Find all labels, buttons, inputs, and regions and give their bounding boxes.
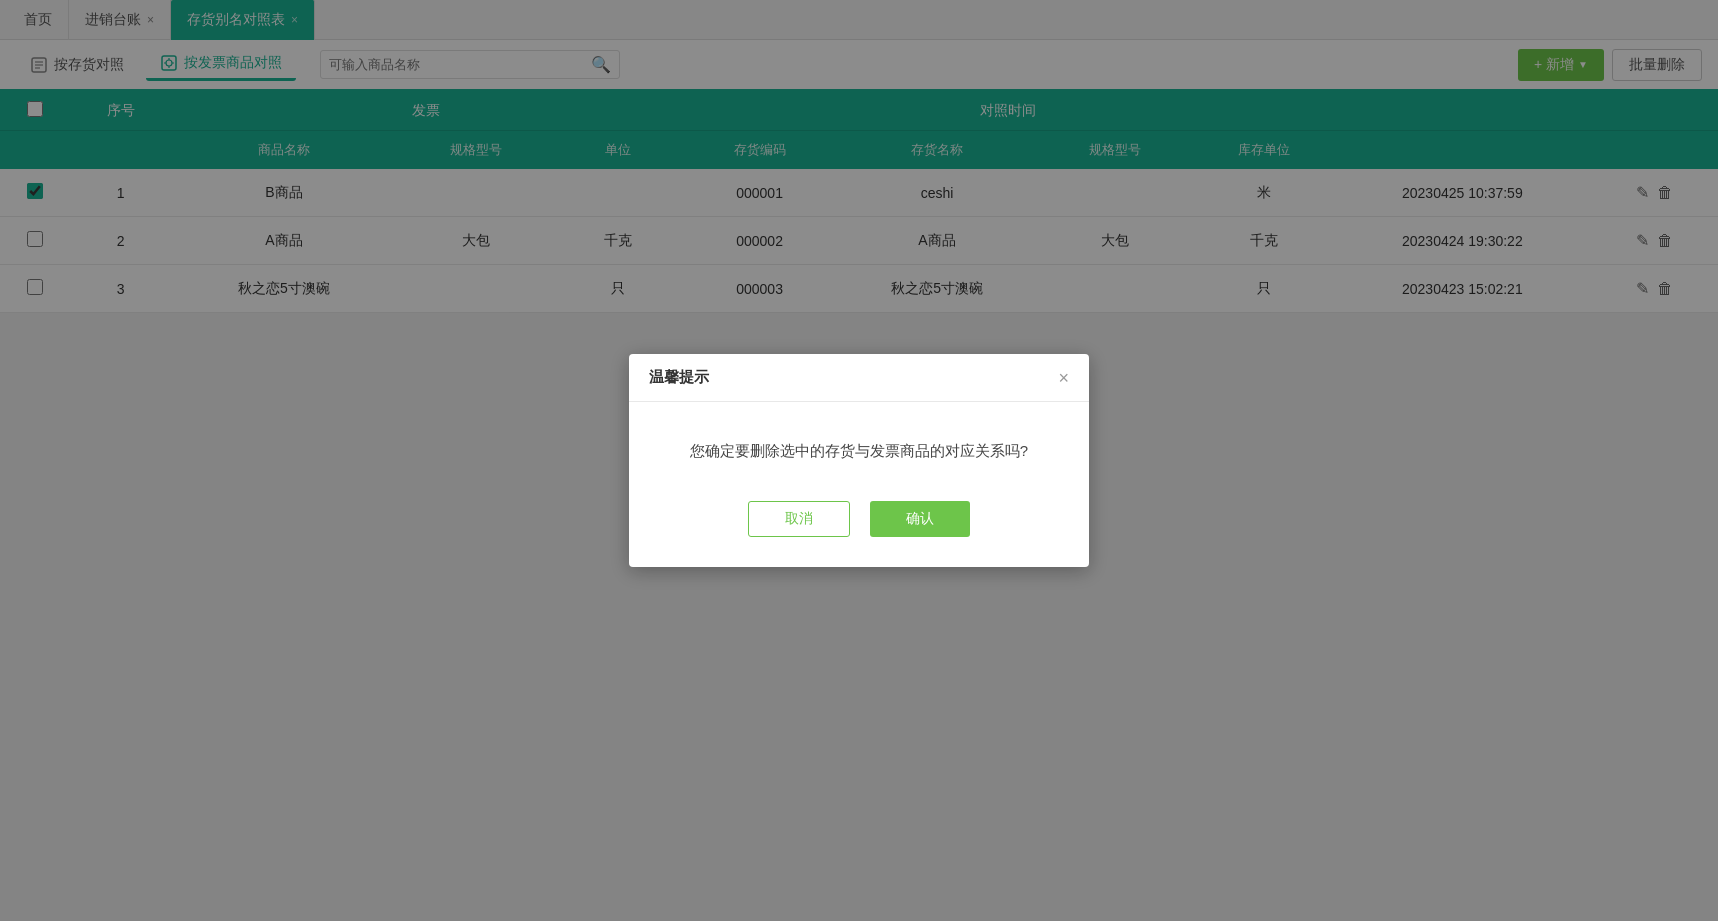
dialog-overlay: 温馨提示 × 您确定要删除选中的存货与发票商品的对应关系吗? 取消 确认	[0, 0, 1718, 313]
